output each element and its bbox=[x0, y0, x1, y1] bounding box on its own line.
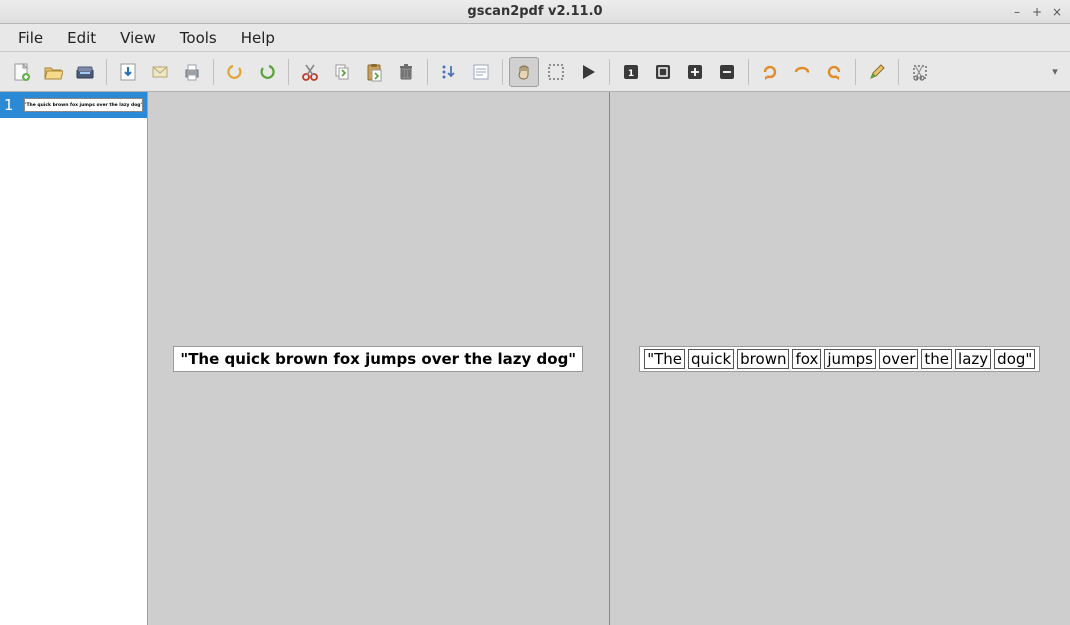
new-doc-button[interactable] bbox=[6, 57, 36, 87]
image-pane[interactable]: "The quick brown fox jumps over the lazy… bbox=[148, 92, 609, 625]
ocr-word[interactable]: jumps bbox=[824, 349, 876, 369]
pan-tool-button[interactable] bbox=[509, 57, 539, 87]
thumbnail-sidebar: 1 "The quick brown fox jumps over the la… bbox=[0, 92, 148, 625]
ocr-word[interactable]: quick bbox=[688, 349, 734, 369]
play-button[interactable] bbox=[573, 57, 603, 87]
toolbar-overflow-button[interactable]: ▾ bbox=[1046, 65, 1064, 78]
ocr-word[interactable]: lazy bbox=[955, 349, 991, 369]
redo-button[interactable] bbox=[252, 57, 282, 87]
menu-tools[interactable]: Tools bbox=[168, 25, 229, 51]
save-button[interactable] bbox=[113, 57, 143, 87]
toolbar: 1 ▾ bbox=[0, 52, 1070, 92]
copy-button[interactable] bbox=[327, 57, 357, 87]
viewer: "The quick brown fox jumps over the lazy… bbox=[148, 92, 1070, 625]
zoom-fit-button[interactable] bbox=[648, 57, 678, 87]
ocr-word[interactable]: the bbox=[921, 349, 952, 369]
delete-button[interactable] bbox=[391, 57, 421, 87]
close-button[interactable]: × bbox=[1050, 5, 1064, 19]
menu-edit[interactable]: Edit bbox=[55, 25, 108, 51]
maximize-button[interactable]: + bbox=[1030, 5, 1044, 19]
ocr-word[interactable]: dog" bbox=[994, 349, 1035, 369]
ocr-word[interactable]: over bbox=[879, 349, 918, 369]
ocr-word[interactable]: "The bbox=[644, 349, 685, 369]
edit-button[interactable] bbox=[862, 57, 892, 87]
window-controls: – + × bbox=[1010, 5, 1064, 19]
page-image: "The quick brown fox jumps over the lazy… bbox=[173, 346, 583, 372]
select-tool-button[interactable] bbox=[541, 57, 571, 87]
ocr-word[interactable]: fox bbox=[792, 349, 821, 369]
crop-button[interactable] bbox=[905, 57, 935, 87]
minimize-button[interactable]: – bbox=[1010, 5, 1024, 19]
menu-view[interactable]: View bbox=[108, 25, 168, 51]
menubar: File Edit View Tools Help bbox=[0, 24, 1070, 52]
rotate-cw-button[interactable] bbox=[755, 57, 785, 87]
thumbnail-page-number: 1 bbox=[4, 96, 18, 114]
rotate-180-button[interactable] bbox=[787, 57, 817, 87]
cut-button[interactable] bbox=[295, 57, 325, 87]
paste-button[interactable] bbox=[359, 57, 389, 87]
open-button[interactable] bbox=[38, 57, 68, 87]
zoom-out-button[interactable] bbox=[712, 57, 742, 87]
svg-text:1: 1 bbox=[628, 69, 634, 79]
undo-button[interactable] bbox=[220, 57, 250, 87]
titlebar: gscan2pdf v2.11.0 – + × bbox=[0, 0, 1070, 24]
window-title: gscan2pdf v2.11.0 bbox=[467, 4, 602, 19]
renumber-button[interactable] bbox=[434, 57, 464, 87]
zoom-in-button[interactable] bbox=[680, 57, 710, 87]
thumbnail-preview: "The quick brown fox jumps over the lazy… bbox=[24, 98, 143, 112]
ocr-word[interactable]: brown bbox=[737, 349, 789, 369]
email-button[interactable] bbox=[145, 57, 175, 87]
thumbnail-item[interactable]: 1 "The quick brown fox jumps over the la… bbox=[0, 92, 147, 118]
rotate-ccw-button[interactable] bbox=[819, 57, 849, 87]
ocr-pane[interactable]: "Thequickbrownfoxjumpsoverthelazydog" bbox=[609, 92, 1070, 625]
menu-help[interactable]: Help bbox=[229, 25, 287, 51]
main-area: 1 "The quick brown fox jumps over the la… bbox=[0, 92, 1070, 625]
select-all-button[interactable] bbox=[466, 57, 496, 87]
ocr-layer: "Thequickbrownfoxjumpsoverthelazydog" bbox=[639, 346, 1040, 372]
menu-file[interactable]: File bbox=[6, 25, 55, 51]
zoom-100-button[interactable]: 1 bbox=[616, 57, 646, 87]
print-button[interactable] bbox=[177, 57, 207, 87]
scan-button[interactable] bbox=[70, 57, 100, 87]
